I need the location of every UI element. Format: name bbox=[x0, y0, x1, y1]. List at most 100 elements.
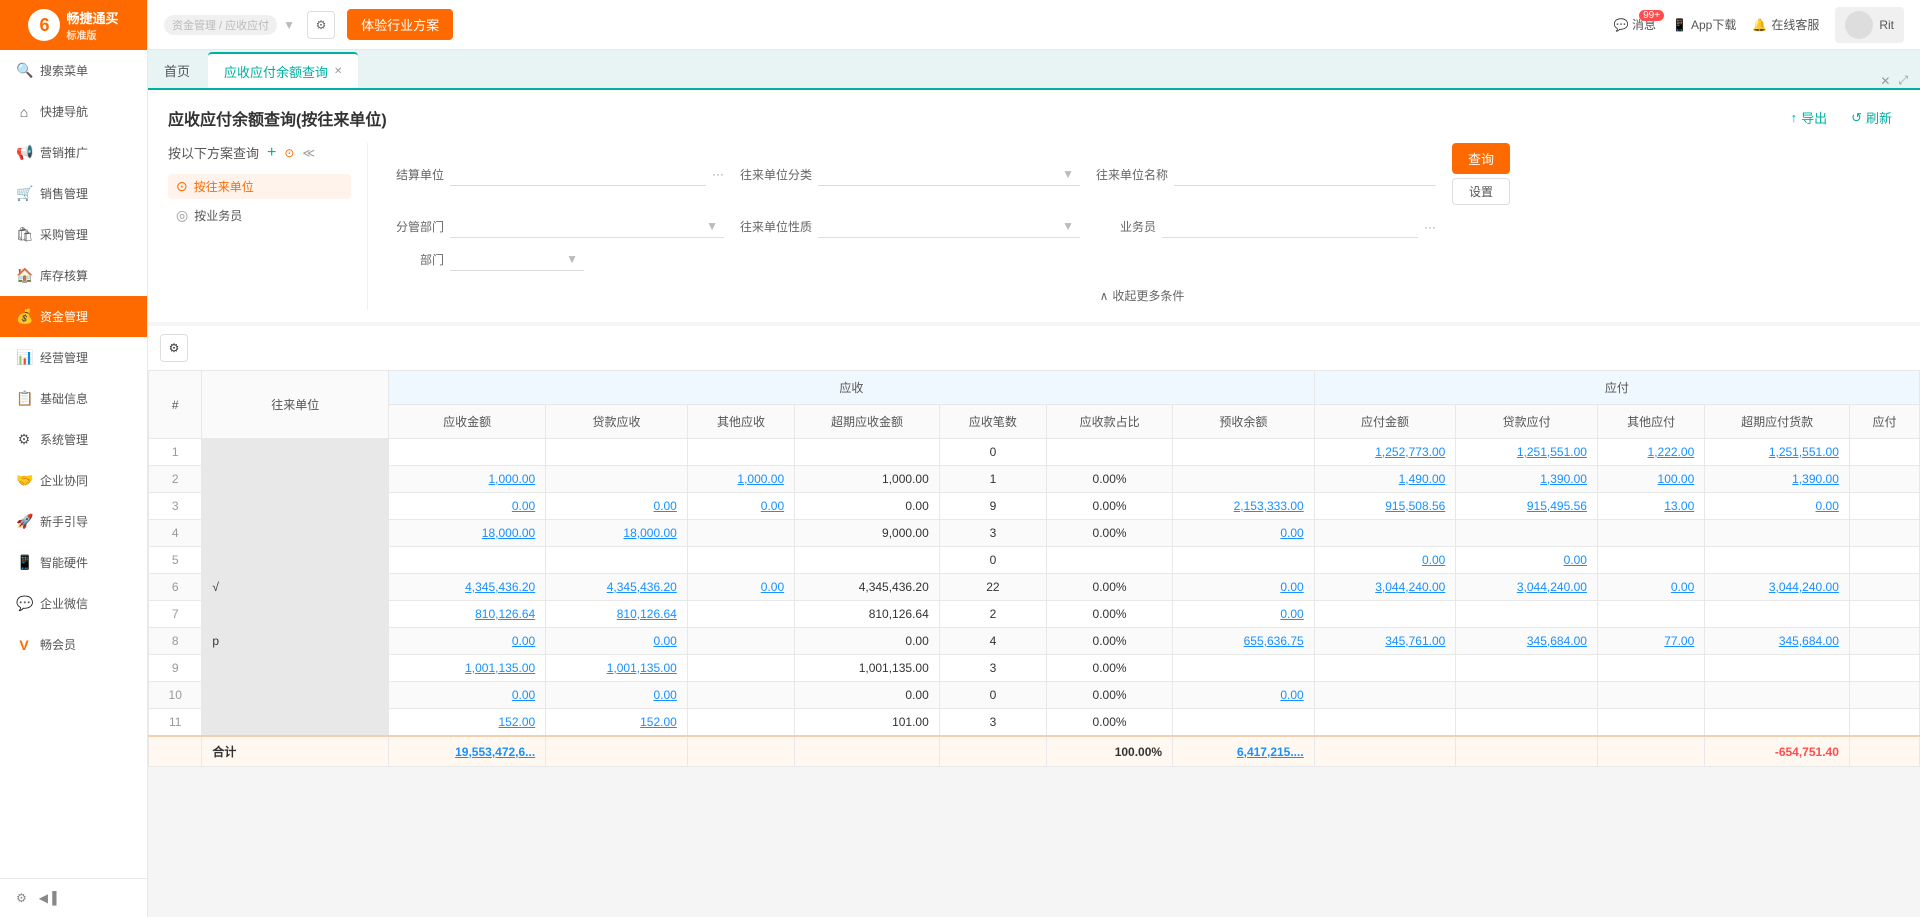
table-row: 11152.00152.00101.0030.00% bbox=[149, 709, 1920, 737]
col-other-pay: 其他应付 bbox=[1597, 405, 1704, 439]
filter-header: 按以下方案查询 + ⊙ ≪ bbox=[168, 143, 351, 162]
partner-category-label: 往来单位分类 bbox=[740, 166, 812, 183]
settlement-unit-ellipsis[interactable]: ··· bbox=[712, 167, 724, 181]
tab-close-icon[interactable]: ✕ bbox=[334, 66, 342, 77]
footer-overdue-pay: -654,751.40 bbox=[1705, 736, 1850, 767]
col-rec-count: 应收笔数 bbox=[939, 405, 1046, 439]
tab-balance-query[interactable]: 应收应付余额查询 ✕ bbox=[208, 52, 358, 88]
purchase-icon: 🛍 bbox=[16, 226, 32, 243]
footer-other-pay bbox=[1597, 736, 1704, 767]
col-overdue-pay: 超期应付货款 bbox=[1705, 405, 1850, 439]
col-group-payable: 应付 bbox=[1314, 371, 1919, 405]
wechat-icon: 💬 bbox=[16, 595, 32, 612]
user-menu[interactable]: Rit bbox=[1835, 7, 1904, 43]
filter-setting-icon[interactable]: ⊙ bbox=[284, 146, 294, 160]
sidebar-collapse-icon[interactable]: ◀▐ bbox=[39, 891, 57, 905]
settlement-unit-field: 结算单位 ··· bbox=[384, 163, 724, 186]
gear-button[interactable]: ⚙ bbox=[307, 11, 335, 39]
filter-add-icon[interactable]: + bbox=[267, 144, 276, 162]
collapse-button[interactable]: ∧ 收起更多条件 bbox=[384, 281, 1900, 310]
page-title: 应收应付余额查询(按往来单位) bbox=[168, 106, 387, 130]
topbar: 资金管理 / 应收应付 ▼ ⚙ 体验行业方案 💬 消息 99+ 📱 App下载 … bbox=[148, 0, 1920, 50]
table-row: 101,252,773.001,251,551.001,222.001,251,… bbox=[149, 439, 1920, 466]
partner-category-field: 往来单位分类 ▼ bbox=[740, 163, 1080, 186]
member-icon: V bbox=[16, 637, 32, 653]
tab-home[interactable]: 首页 bbox=[148, 52, 206, 88]
table-row: 500.000.00 bbox=[149, 547, 1920, 574]
footer-rec-count bbox=[939, 736, 1046, 767]
table-row: 21,000.001,000.001,000.0010.00%1,490.001… bbox=[149, 466, 1920, 493]
scheme-icon-2: ◎ bbox=[176, 207, 188, 224]
system-icon: ⚙ bbox=[16, 431, 32, 448]
settlement-unit-input[interactable] bbox=[450, 163, 706, 186]
message-badge[interactable]: 💬 消息 99+ bbox=[1614, 16, 1656, 33]
footer-rec-amount[interactable]: 19,553,472,6... bbox=[389, 736, 546, 767]
filter-schemes: 按以下方案查询 + ⊙ ≪ ⊙ 按往来单位 ◎ 按业务员 bbox=[168, 143, 368, 310]
chevron-down-icon-4: ▼ bbox=[566, 252, 578, 266]
sidebar-item-operation[interactable]: 📊 经营管理 bbox=[0, 337, 147, 378]
sidebar-item-inventory[interactable]: 🏠 库存核算 bbox=[0, 255, 147, 296]
col-overdue-rec: 超期应收金额 bbox=[795, 405, 940, 439]
query-button[interactable]: 查询 bbox=[1452, 143, 1510, 174]
footer-other-rec bbox=[687, 736, 794, 767]
sidebar-item-basic[interactable]: 📋 基础信息 bbox=[0, 378, 147, 419]
salesperson-input[interactable] bbox=[1162, 215, 1418, 238]
sidebar-item-corp[interactable]: 🤝 企业协同 bbox=[0, 460, 147, 501]
sidebar-item-member[interactable]: V 畅会员 bbox=[0, 624, 147, 665]
table-row: 100.000.000.0000.00%0.00 bbox=[149, 682, 1920, 709]
marketing-icon: 📢 bbox=[16, 144, 32, 161]
partner-category-select[interactable]: ▼ bbox=[818, 163, 1080, 186]
sidebar-item-search[interactable]: 🔍 搜索菜单 bbox=[0, 50, 147, 91]
footer-loan-pay bbox=[1456, 736, 1598, 767]
sidebar-item-sales[interactable]: 🛒 销售管理 bbox=[0, 173, 147, 214]
salesperson-field: 业务员 ··· bbox=[1096, 215, 1436, 238]
table-settings-button[interactable]: ⚙ bbox=[160, 334, 188, 362]
footer-overdue-rec bbox=[795, 736, 940, 767]
download-icon: 📱 bbox=[1672, 18, 1687, 32]
sidebar-item-purchase[interactable]: 🛍 采购管理 bbox=[0, 214, 147, 255]
username: Rit bbox=[1879, 18, 1894, 32]
filter-row-3: 部门 ▼ bbox=[384, 248, 1900, 271]
sidebar-item-guide[interactable]: 🚀 新手引导 bbox=[0, 501, 147, 542]
col-pay-amount: 应付金额 bbox=[1314, 405, 1456, 439]
chevron-down-icon: ▼ bbox=[283, 18, 295, 32]
online-service-btn[interactable]: 🔔 在线客服 bbox=[1752, 16, 1819, 33]
filter-collapse-icon[interactable]: ≪ bbox=[302, 146, 315, 160]
table-area: ⚙ # 往来单位 应收 应付 应收金额 贷款应收 其他应收 超期应收金额 bbox=[148, 326, 1920, 767]
corp-icon: 🤝 bbox=[16, 472, 32, 489]
tab-expand-button[interactable]: ⤢ bbox=[1898, 73, 1908, 88]
partner-name-input[interactable] bbox=[1174, 163, 1436, 186]
sidebar-item-hardware[interactable]: 📱 智能硬件 bbox=[0, 542, 147, 583]
search-icon: 🔍 bbox=[16, 62, 32, 79]
page-header: 应收应付余额查询(按往来单位) ↑ 导出 ↺ 刷新 bbox=[148, 90, 1920, 131]
filter-row-1: 结算单位 ··· 往来单位分类 ▼ 往来单位名称 bbox=[384, 143, 1900, 205]
sidebar-item-system[interactable]: ⚙ 系统管理 bbox=[0, 419, 147, 460]
sidebar-item-wechat[interactable]: 💬 企业微信 bbox=[0, 583, 147, 624]
scheme-item-salesperson[interactable]: ◎ 按业务员 bbox=[168, 203, 351, 228]
partner-nature-select[interactable]: ▼ bbox=[818, 215, 1080, 238]
table-row: 418,000.0018,000.009,000.0030.00%0.00 bbox=[149, 520, 1920, 547]
division-select[interactable]: ▼ bbox=[450, 215, 724, 238]
refresh-button[interactable]: ↺ 刷新 bbox=[1843, 104, 1900, 131]
department-field: 部门 ▼ bbox=[384, 248, 584, 271]
col-row-num: # bbox=[149, 371, 202, 439]
settings-button[interactable]: 设置 bbox=[1452, 178, 1510, 205]
salesperson-ellipsis[interactable]: ··· bbox=[1424, 220, 1436, 234]
sidebar-item-marketing[interactable]: 📢 营销推广 bbox=[0, 132, 147, 173]
app-download-btn[interactable]: 📱 App下载 bbox=[1672, 16, 1736, 33]
tab-balance-query-label: 应收应付余额查询 bbox=[224, 62, 328, 81]
sidebar-settings-icon[interactable]: ⚙ bbox=[16, 891, 27, 905]
division-label: 分管部门 bbox=[384, 218, 444, 235]
col-rec-amount: 应收金额 bbox=[389, 405, 546, 439]
table-row: 8p0.000.000.0040.00%655,636.75345,761.00… bbox=[149, 628, 1920, 655]
scheme-item-partner[interactable]: ⊙ 按往来单位 bbox=[168, 174, 351, 199]
operation-icon: 📊 bbox=[16, 349, 32, 366]
tab-close-button[interactable]: ✕ bbox=[1880, 74, 1890, 88]
export-button[interactable]: ↑ 导出 bbox=[1783, 104, 1836, 131]
refresh-icon: ↺ bbox=[1851, 110, 1862, 126]
sidebar-item-finance[interactable]: 💰 资金管理 bbox=[0, 296, 147, 337]
department-select[interactable]: ▼ bbox=[450, 248, 584, 271]
sidebar-item-quick[interactable]: ⌂ 快捷导航 bbox=[0, 91, 147, 132]
promo-button[interactable]: 体验行业方案 bbox=[347, 9, 453, 40]
footer-advance-bal[interactable]: 6,417,215.... bbox=[1173, 736, 1315, 767]
